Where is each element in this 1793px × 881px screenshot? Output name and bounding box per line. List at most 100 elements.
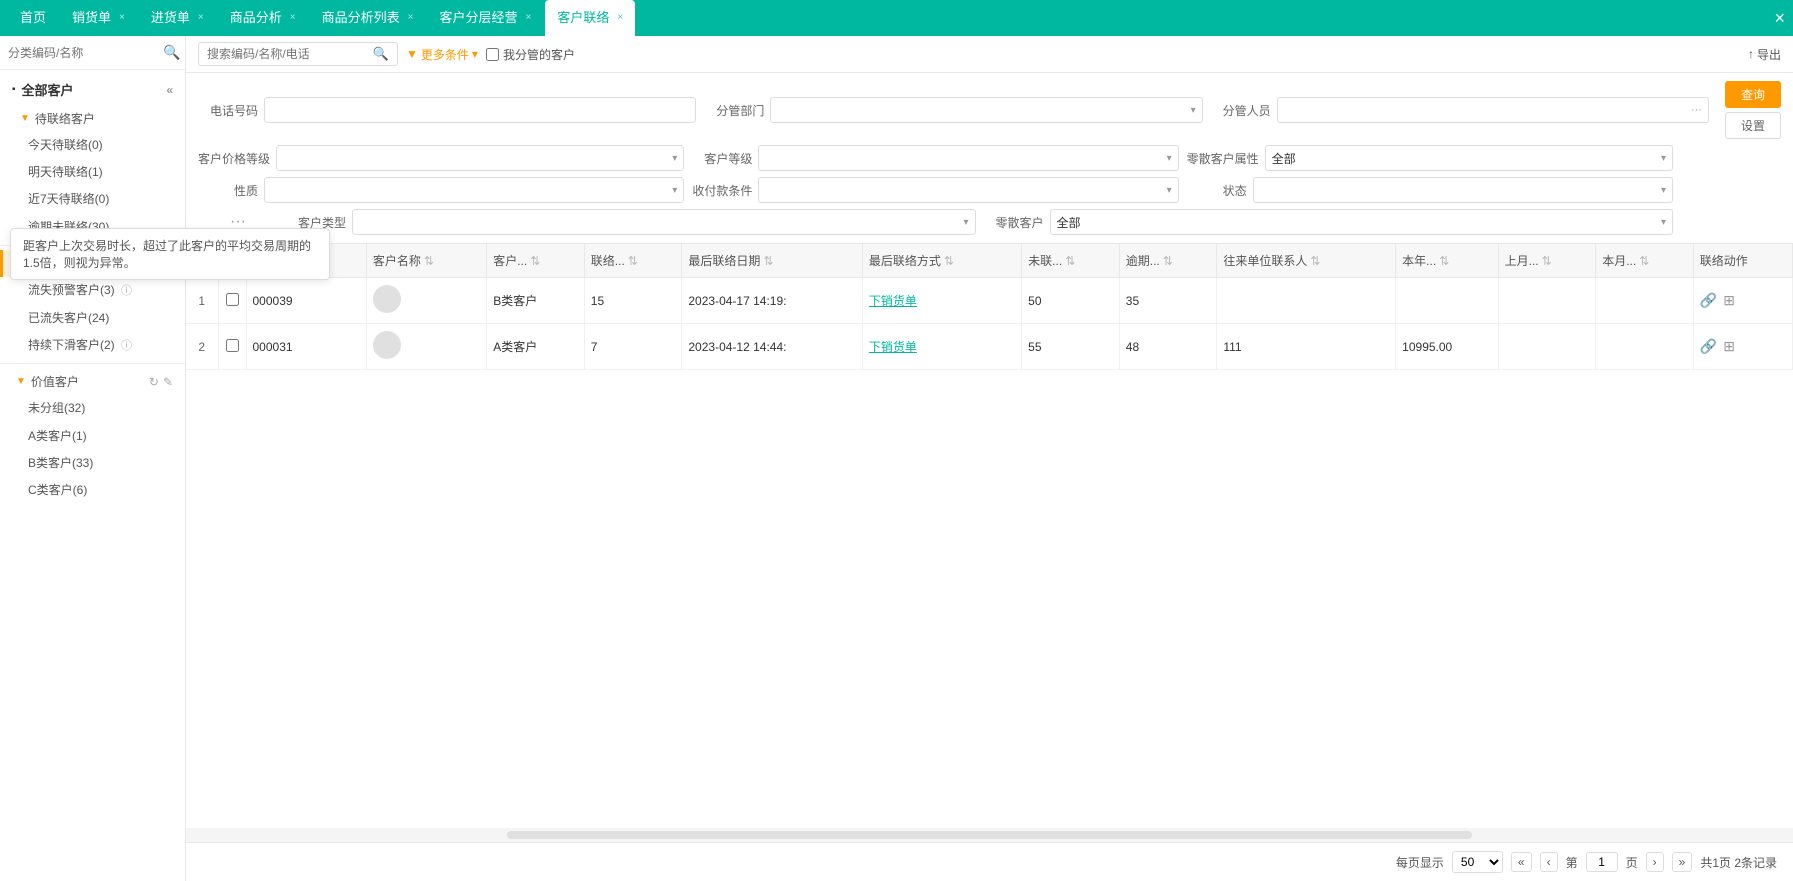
first-page-button[interactable]: « (1511, 852, 1532, 872)
avatar (373, 285, 401, 313)
tab-product-analysis[interactable]: 商品分析 × (218, 0, 308, 36)
sort-icon-name[interactable]: ⇅ (424, 254, 434, 268)
link-action-icon[interactable]: 🔗 (1700, 292, 1717, 309)
sort-icon-uncontacted[interactable]: ⇅ (1065, 254, 1075, 268)
sidebar-item-class-c[interactable]: C类客户(6) (0, 477, 185, 504)
th-last-month[interactable]: 上月...⇅ (1498, 244, 1596, 278)
horizontal-scrollbar[interactable] (186, 828, 1793, 842)
loss-risk-info-icon[interactable]: ⓘ (121, 285, 132, 297)
last-page-button[interactable]: » (1672, 852, 1693, 872)
class-a-label: A类客户(1) (28, 429, 87, 443)
sort-icon-date[interactable]: ⇅ (763, 254, 773, 268)
cell-last-method[interactable]: 下销货单 (862, 278, 1021, 324)
value-customer-group[interactable]: ▼ 价值客户 ↻ ✎ (0, 368, 185, 395)
tab-product-list-close[interactable]: × (408, 0, 414, 36)
tab-customer-contact-close[interactable]: × (617, 0, 623, 36)
per-page-select[interactable]: 50 100 200 (1452, 851, 1503, 873)
grid-action-icon[interactable]: ⊞ (1723, 292, 1735, 309)
customer-level-select[interactable]: ▾ (758, 145, 1178, 171)
sort-icon-type[interactable]: ⇅ (530, 254, 540, 268)
th-overdue[interactable]: 逾期...⇅ (1119, 244, 1217, 278)
price-level-select[interactable]: ▾ (276, 145, 684, 171)
phone-input[interactable] (264, 97, 696, 123)
continuous-down-info-icon[interactable]: ⓘ (121, 340, 132, 352)
tab-sales[interactable]: 销货单 × (60, 0, 137, 36)
page-number-input[interactable] (1586, 852, 1618, 872)
tab-sales-close[interactable]: × (119, 0, 125, 36)
edit-icon[interactable]: ✎ (163, 375, 173, 389)
price-level-arrow: ▾ (672, 153, 677, 164)
customer-type-select[interactable]: ▾ (352, 209, 976, 235)
tab-customer-segment-close[interactable]: × (525, 0, 531, 36)
settings-button[interactable]: 设置 (1725, 112, 1781, 139)
sidebar-item-loss-risk[interactable]: 流失预警客户(3) ⓘ (0, 277, 185, 305)
last-method-link[interactable]: 下销货单 (869, 294, 917, 308)
sort-icon-this-month[interactable]: ⇅ (1639, 254, 1649, 268)
th-contact-person[interactable]: 往来单位联系人⇅ (1217, 244, 1396, 278)
filter-search-input[interactable] (207, 47, 373, 61)
sidebar-item-already-lost[interactable]: 已流失客户(24) (0, 305, 185, 332)
my-customer-checkbox-area[interactable]: 我分管的客户 (486, 46, 575, 63)
query-button[interactable]: 查询 (1725, 81, 1781, 108)
sort-icon-this-year[interactable]: ⇅ (1439, 254, 1449, 268)
sort-icon-method[interactable]: ⇅ (944, 254, 954, 268)
sidebar-item-today[interactable]: 今天待联络(0) (0, 132, 185, 159)
sort-icon-overdue[interactable]: ⇅ (1163, 254, 1173, 268)
sidebar-item-continuous-down[interactable]: 持续下滑客户(2) ⓘ (0, 332, 185, 360)
more-conditions-btn[interactable]: ▼ 更多条件 ▾ (406, 46, 478, 63)
tab-purchase-close[interactable]: × (198, 0, 204, 36)
sidebar-collapse-btn[interactable]: « (166, 83, 173, 97)
tab-customer-segment[interactable]: 客户分层经营 × (427, 0, 543, 36)
th-contact[interactable]: 联络...⇅ (584, 244, 682, 278)
row-checkbox[interactable] (226, 293, 239, 306)
sidebar-item-class-a[interactable]: A类客户(1) (0, 423, 185, 450)
sidebar-search-input[interactable] (8, 46, 163, 60)
global-close-button[interactable]: × (1774, 8, 1785, 29)
tab-product-analysis-close[interactable]: × (290, 0, 296, 36)
sort-icon-contact-person[interactable]: ⇅ (1310, 254, 1320, 268)
person-extra-btn[interactable]: ··· (1691, 104, 1702, 116)
th-customer-type[interactable]: 客户...⇅ (487, 244, 585, 278)
my-customer-checkbox[interactable] (486, 48, 499, 61)
tab-product-list[interactable]: 商品分析列表 × (310, 0, 426, 36)
tab-purchase[interactable]: 进货单 × (139, 0, 216, 36)
grid-action-icon[interactable]: ⊞ (1723, 338, 1735, 355)
filter-search-icon[interactable]: 🔍 (373, 46, 389, 62)
th-this-month[interactable]: 本月...⇅ (1596, 244, 1694, 278)
cell-uncontacted: 50 (1022, 278, 1120, 324)
refresh-icon[interactable]: ↻ (149, 375, 159, 389)
tab-customer-contact[interactable]: 客户联络 × (545, 0, 635, 36)
sidebar-search-icon[interactable]: 🔍 (163, 44, 180, 61)
link-action-icon[interactable]: 🔗 (1700, 338, 1717, 355)
all-customers-header[interactable]: ▪ 全部客户 « (0, 74, 185, 105)
gender-select[interactable]: ▾ (264, 177, 684, 203)
payment-select[interactable]: ▾ (758, 177, 1178, 203)
tab-home[interactable]: 首页 (8, 0, 58, 36)
status-select[interactable]: ▾ (1253, 177, 1673, 203)
sidebar-item-tomorrow[interactable]: 明天待联络(1) (0, 159, 185, 186)
export-button[interactable]: ↑ 导出 (1748, 46, 1781, 63)
th-last-contact-date[interactable]: 最后联络日期⇅ (682, 244, 862, 278)
cell-checkbox[interactable] (218, 324, 246, 370)
wait-contact-group[interactable]: ▼ 待联络客户 (0, 105, 185, 132)
th-uncontacted[interactable]: 未联...⇅ (1022, 244, 1120, 278)
cell-overdue: 35 (1119, 278, 1217, 324)
sparse-customer-select[interactable]: 全部 ▾ (1050, 209, 1674, 235)
row-checkbox[interactable] (226, 339, 239, 352)
last-method-link[interactable]: 下销货单 (869, 340, 917, 354)
prev-page-button[interactable]: ‹ (1540, 852, 1558, 872)
next-page-button[interactable]: › (1646, 852, 1664, 872)
sidebar-item-ungrouped[interactable]: 未分组(32) (0, 395, 185, 422)
sort-icon-last-month[interactable]: ⇅ (1542, 254, 1552, 268)
sidebar-item-class-b[interactable]: B类客户(33) (0, 450, 185, 477)
sparse-attr-select[interactable]: 全部 ▾ (1265, 145, 1673, 171)
cell-checkbox[interactable] (218, 278, 246, 324)
th-this-year[interactable]: 本年...⇅ (1396, 244, 1498, 278)
th-name[interactable]: 客户名称⇅ (366, 244, 486, 278)
th-last-contact-method[interactable]: 最后联络方式⇅ (862, 244, 1021, 278)
cell-last-method[interactable]: 下销货单 (862, 324, 1021, 370)
sidebar-item-7days[interactable]: 近7天待联络(0) (0, 186, 185, 213)
person-select[interactable]: ··· (1277, 97, 1709, 123)
sort-icon-contact[interactable]: ⇅ (628, 254, 638, 268)
dept-select[interactable]: ▾ (770, 97, 1202, 123)
